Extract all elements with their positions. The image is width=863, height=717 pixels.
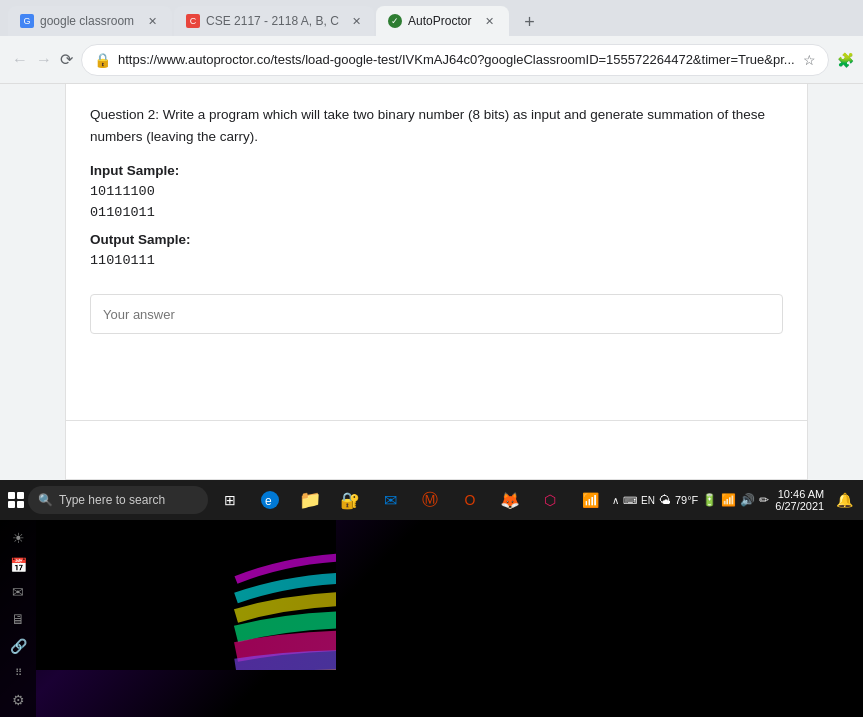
wallpaper-canvas: [36, 520, 336, 670]
desktop-sidebar: ☀ 📅 ✉ 🖥 🔗 ⠿ ⚙: [0, 520, 36, 717]
tab-label-1: google classroom: [40, 14, 134, 28]
message-icon[interactable]: ✉: [4, 582, 32, 601]
page-content: Click After Submitting Test 45:50 Questi…: [0, 84, 863, 480]
taskview-button[interactable]: ⊞: [212, 482, 248, 518]
question-text: Question 2: Write a program which will t…: [90, 104, 783, 147]
new-tab-button[interactable]: +: [515, 8, 543, 36]
taskbar: 🔍 Type here to search ⊞ e 📁 🔐 ✉ Ⓜ O 🦊 ⬡ …: [0, 480, 863, 520]
office-icon[interactable]: O: [452, 482, 488, 518]
tray-pen: ✏: [759, 493, 769, 507]
firefox-icon[interactable]: 🦊: [492, 482, 528, 518]
weather-icon: 🌤: [659, 493, 671, 507]
tray-sound[interactable]: 🔊: [740, 493, 755, 507]
tray-battery: 🔋: [702, 493, 717, 507]
tab-favicon-3: ✓: [388, 14, 402, 28]
temperature-display: 79°F: [675, 494, 698, 506]
tab-autoproctor[interactable]: ✓ AutoProctor ✕: [376, 6, 509, 36]
search-placeholder: Type here to search: [59, 493, 165, 507]
address-text: https://www.autoproctor.co/tests/load-go…: [118, 52, 795, 67]
tray-keyboard: ⌨: [623, 495, 637, 506]
output-sample-label: Output Sample:: [90, 232, 783, 247]
calendar-icon[interactable]: 📅: [4, 555, 32, 574]
address-bar[interactable]: 🔒 https://www.autoproctor.co/tests/load-…: [81, 44, 829, 76]
svg-text:e: e: [265, 494, 272, 508]
settings-icon[interactable]: ⚙: [4, 690, 32, 709]
refresh-button[interactable]: ⟳: [60, 44, 73, 76]
nav-bar: ← → ⟳ 🔒 https://www.autoproctor.co/tests…: [0, 36, 863, 84]
system-tray: ∧ ⌨ EN 🌤 79°F 🔋 📶 🔊 ✏ 10:46 AM 6/27/2021…: [612, 486, 858, 514]
taskbar-app-icons: ⊞ e 📁 🔐 ✉ Ⓜ O 🦊 ⬡ 📶: [212, 482, 608, 518]
tab-cse[interactable]: C CSE 2117 - 2118 A, B, C ✕: [174, 6, 374, 36]
tray-chevron[interactable]: ∧: [612, 495, 619, 506]
input-sample-2: 01101011: [90, 205, 783, 220]
bookmark-icon: ☆: [803, 52, 816, 68]
mail-icon[interactable]: ✉: [372, 482, 408, 518]
back-button[interactable]: ←: [12, 44, 28, 76]
apps-icon[interactable]: ⠿: [4, 663, 32, 682]
input-sample-1: 10111100: [90, 184, 783, 199]
desktop-wallpaper: ☀ 📅 ✉ 🖥 🔗 ⠿ ⚙: [0, 520, 863, 717]
tab-close-3[interactable]: ✕: [481, 13, 497, 29]
system-clock[interactable]: 10:46 AM 6/27/2021: [775, 488, 824, 512]
wifi-icon[interactable]: 📶: [572, 482, 608, 518]
browser-window: G google classroom ✕ C CSE 2117 - 2118 A…: [0, 0, 863, 480]
tab-label-2: CSE 2117 - 2118 A, B, C: [206, 14, 339, 28]
time-display: 10:46 AM: [775, 488, 824, 500]
start-button[interactable]: [8, 484, 24, 516]
tab-label-3: AutoProctor: [408, 14, 471, 28]
notification-button[interactable]: 🔔: [830, 486, 858, 514]
date-display: 6/27/2021: [775, 500, 824, 512]
security-icon[interactable]: 🔐: [332, 482, 368, 518]
forward-button[interactable]: →: [36, 44, 52, 76]
display-icon[interactable]: 🖥: [4, 609, 32, 628]
tab-favicon-2: C: [186, 14, 200, 28]
answer-input[interactable]: [90, 294, 783, 334]
output-sample: 11010111: [90, 253, 783, 268]
tray-network: 📶: [721, 493, 736, 507]
tab-favicon-1: G: [20, 14, 34, 28]
tab-google-classroom[interactable]: G google classroom ✕: [8, 6, 172, 36]
tab-close-1[interactable]: ✕: [144, 13, 160, 29]
tray-icons: ∧ ⌨ EN 🌤 79°F 🔋 📶 🔊 ✏: [612, 493, 769, 507]
edge-icon[interactable]: e: [252, 482, 288, 518]
lock-icon: 🔒: [94, 52, 110, 68]
input-sample-label: Input Sample:: [90, 163, 783, 178]
hm-icon[interactable]: ⬡: [532, 482, 568, 518]
tab-bar: G google classroom ✕ C CSE 2117 - 2118 A…: [0, 0, 863, 36]
extensions-button[interactable]: 🧩: [837, 44, 854, 76]
taskbar-search[interactable]: 🔍 Type here to search: [28, 486, 208, 514]
brightness-icon[interactable]: ☀: [4, 528, 32, 547]
search-icon: 🔍: [38, 493, 53, 507]
windows-logo-icon: [8, 492, 24, 508]
tab-close-2[interactable]: ✕: [349, 13, 365, 29]
file-explorer-icon[interactable]: 📁: [292, 482, 328, 518]
tray-language: EN: [641, 495, 655, 506]
link-icon[interactable]: 🔗: [4, 636, 32, 655]
ms365-icon[interactable]: Ⓜ: [412, 482, 448, 518]
next-question-panel: [65, 420, 808, 480]
